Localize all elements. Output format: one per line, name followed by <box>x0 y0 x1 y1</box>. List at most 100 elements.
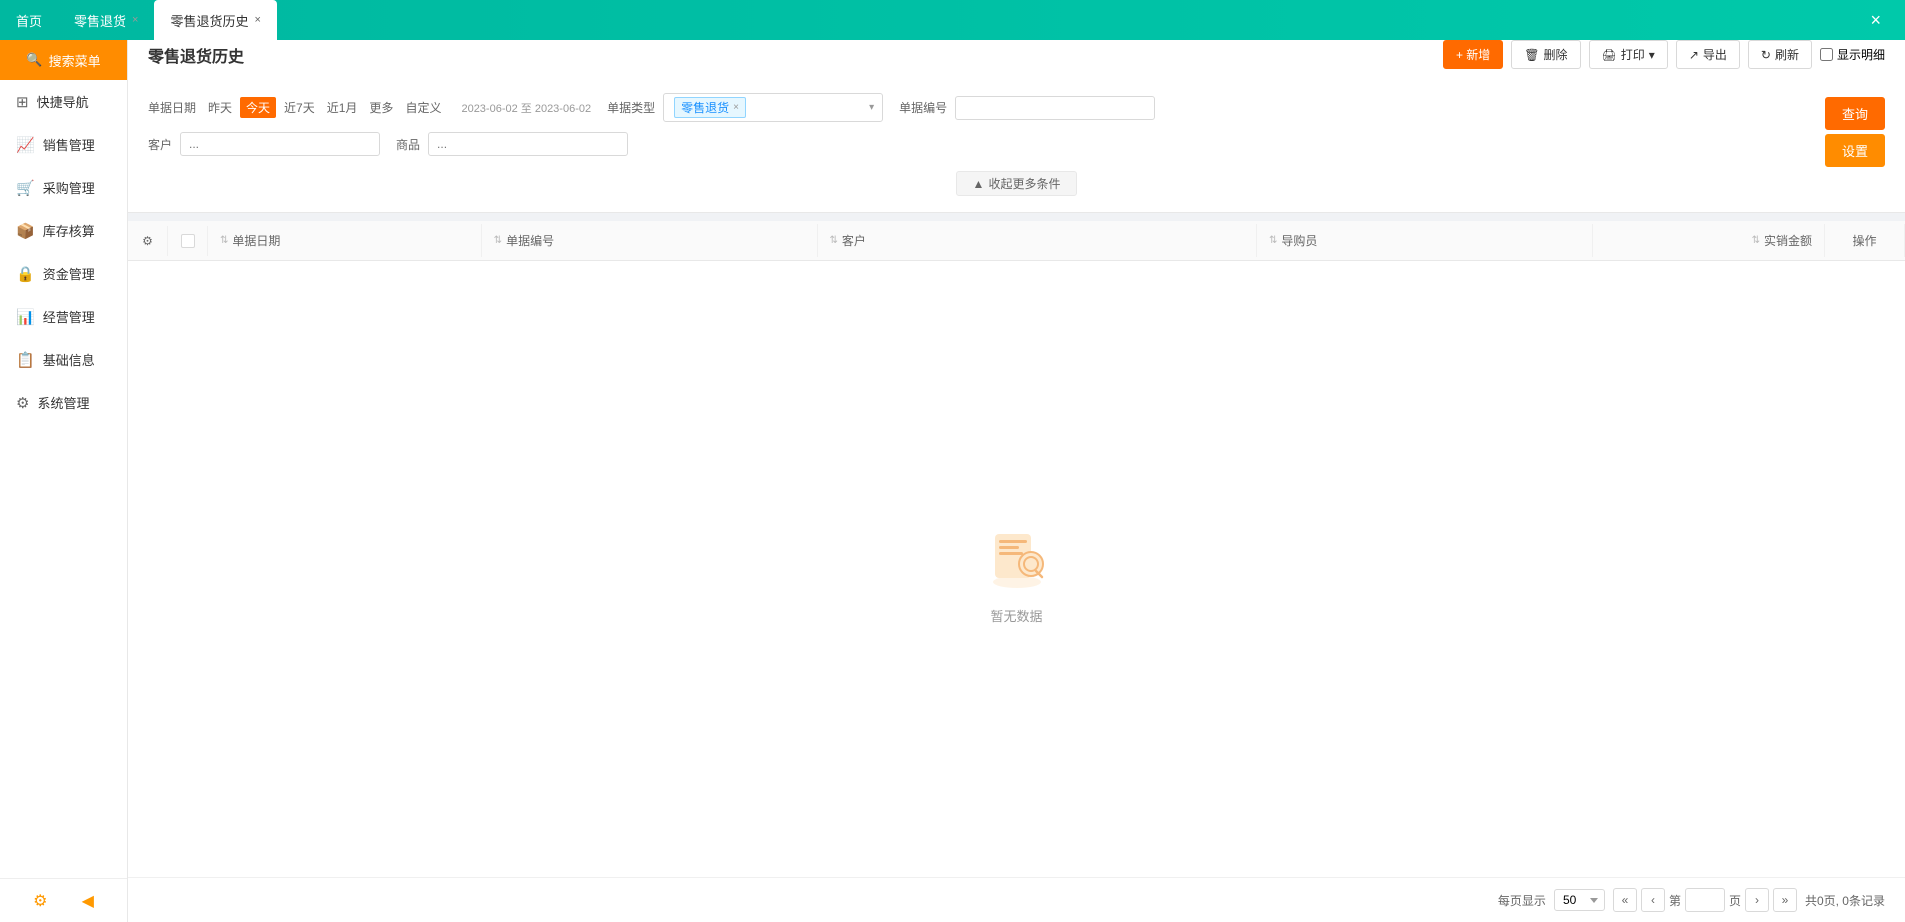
sn-filter-label: 单据编号 <box>899 99 947 116</box>
main-layout: 🔍 搜索菜单 ⊞ 快捷导航 📈 销售管理 🛒 采购管理 📦 库存核算 🔒 <box>0 40 1905 922</box>
window-close-icon[interactable]: × <box>1862 10 1889 31</box>
system-mgmt-icon: ⚙ <box>16 394 29 412</box>
tab-retail-return-label: 零售退货 <box>74 11 126 30</box>
sidebar-item-sales-mgmt[interactable]: 📈 销售管理 <box>0 123 127 166</box>
page-actions: + 新增 🗑 删除 🖨 打印 ▾ ↗ 导出 ↻ <box>1443 40 1885 69</box>
tab-retail-return-history-close[interactable]: × <box>254 14 260 26</box>
top-bar: 首页 零售退货 × 零售退货历史 × × <box>0 0 1905 40</box>
filter-area: 单据日期 昨天 今天 近7天 近1月 更多 自定义 <box>148 81 1885 212</box>
filter-fields: 单据日期 昨天 今天 近7天 近1月 更多 自定义 <box>148 93 1817 166</box>
sidebar-item-finance[interactable]: 🔒 资金管理 <box>0 252 127 295</box>
tab-retail-return[interactable]: 零售退货 × <box>58 0 154 40</box>
page-input[interactable]: 1 <box>1685 888 1725 912</box>
prev-page-button[interactable]: ‹ <box>1641 888 1665 912</box>
last-page-button[interactable]: » <box>1773 888 1797 912</box>
delete-button[interactable]: 🗑 删除 <box>1511 40 1580 69</box>
refresh-button[interactable]: ↻ 刷新 <box>1748 40 1812 69</box>
type-tag-close[interactable]: × <box>733 102 739 113</box>
th-guide: ⇅ 导购员 <box>1257 224 1593 257</box>
th-sn-sort-icon[interactable]: ⇅ <box>494 235 502 246</box>
collapse-sidebar-icon[interactable]: ◀ <box>82 891 94 911</box>
sidebar-item-inventory[interactable]: 📦 库存核算 <box>0 209 127 252</box>
tab-retail-return-history-label: 零售退货历史 <box>170 11 248 30</box>
per-page-select[interactable]: 10 20 50 100 <box>1554 889 1605 911</box>
th-amount: ⇅ 实销金额 <box>1593 224 1825 257</box>
show-detail-checkbox[interactable] <box>1820 48 1833 61</box>
filter-section: 零售退货历史 + 新增 🗑 删除 🖨 打印 ▾ ↗ 导出 <box>128 40 1905 213</box>
date-shortcut-7days[interactable]: 近7天 <box>280 97 319 118</box>
goods-input[interactable] <box>428 132 628 156</box>
page-title-row: 零售退货历史 + 新增 🗑 删除 🖨 打印 ▾ ↗ 导出 <box>148 40 1885 69</box>
sidebar: 🔍 搜索菜单 ⊞ 快捷导航 📈 销售管理 🛒 采购管理 📦 库存核算 🔒 <box>0 40 128 922</box>
export-button[interactable]: ↗ 导出 <box>1676 40 1740 69</box>
table-wrapper: ⚙ ⇅ 单据日期 ⇅ 单据编号 ⇅ 客户 ⇅ <box>128 221 1905 922</box>
date-filter-label: 单据日期 <box>148 99 196 116</box>
setting-button[interactable]: 设置 <box>1825 134 1885 167</box>
date-shortcut-1month[interactable]: 近1月 <box>323 97 362 118</box>
sidebar-nav: ⊞ 快捷导航 📈 销售管理 🛒 采购管理 📦 库存核算 🔒 资金管理 📊 <box>0 80 127 878</box>
sidebar-item-label-system-mgmt: 系统管理 <box>37 393 89 412</box>
inventory-icon: 📦 <box>16 222 35 240</box>
customer-input[interactable] <box>180 132 380 156</box>
th-guide-sort-icon[interactable]: ⇅ <box>1269 235 1277 246</box>
customer-filter-item: 客户 <box>148 132 380 156</box>
date-shortcut-custom[interactable]: 自定义 <box>401 97 445 118</box>
th-customer: ⇅ 客户 <box>818 224 1257 257</box>
collapse-button[interactable]: ▲ 收起更多条件 <box>956 171 1078 196</box>
sidebar-item-operation[interactable]: 📊 经营管理 <box>0 295 127 338</box>
print-button[interactable]: 🖨 打印 ▾ <box>1589 40 1668 69</box>
type-filter-label: 单据类型 <box>607 99 655 116</box>
th-customer-sort-icon[interactable]: ⇅ <box>830 235 838 246</box>
next-page-button[interactable]: › <box>1745 888 1769 912</box>
quick-nav-icon: ⊞ <box>16 93 29 111</box>
first-page-button[interactable]: « <box>1613 888 1637 912</box>
refresh-icon: ↻ <box>1761 48 1771 62</box>
collapse-arrow-icon: ▲ <box>973 177 985 191</box>
sidebar-item-purchase-mgmt[interactable]: 🛒 采购管理 <box>0 166 127 209</box>
tab-retail-return-close[interactable]: × <box>132 14 138 26</box>
total-label: 共0页, 0条记录 <box>1805 892 1885 909</box>
th-settings[interactable]: ⚙ <box>128 226 168 256</box>
collapse-label: 收起更多条件 <box>988 175 1060 192</box>
page-label-pre: 第 <box>1669 892 1681 909</box>
sidebar-item-quick-nav[interactable]: ⊞ 快捷导航 <box>0 80 127 123</box>
sidebar-item-base-info[interactable]: 📋 基础信息 <box>0 338 127 381</box>
type-tag-inner: 零售退货 × <box>674 97 863 118</box>
show-detail-checkbox-label[interactable]: 显示明细 <box>1820 46 1885 63</box>
sidebar-item-label-sales-mgmt: 销售管理 <box>43 135 95 154</box>
table-header: ⚙ ⇅ 单据日期 ⇅ 单据编号 ⇅ 客户 ⇅ <box>128 221 1905 261</box>
sidebar-item-label-operation: 经营管理 <box>43 307 95 326</box>
date-shortcut-more[interactable]: 更多 <box>365 97 397 118</box>
sn-filter-item: 单据编号 <box>899 96 1155 120</box>
page-title: 零售退货历史 <box>148 43 244 67</box>
table-settings-icon[interactable]: ⚙ <box>142 234 153 248</box>
th-check <box>168 226 208 256</box>
date-shortcut-today[interactable]: 今天 <box>240 97 276 118</box>
content-area: 零售退货历史 + 新增 🗑 删除 🖨 打印 ▾ ↗ 导出 <box>128 40 1905 922</box>
settings-bottom-icon[interactable]: ⚙ <box>33 891 47 911</box>
filter-and-btns: 单据日期 昨天 今天 近7天 近1月 更多 自定义 <box>148 93 1885 167</box>
operation-icon: 📊 <box>16 308 35 326</box>
th-date-sort-icon[interactable]: ⇅ <box>220 235 228 246</box>
select-all-checkbox[interactable] <box>181 234 195 248</box>
sidebar-item-system-mgmt[interactable]: ⚙ 系统管理 <box>0 381 127 424</box>
date-shortcut-yesterday[interactable]: 昨天 <box>204 97 236 118</box>
type-tag-select[interactable]: 零售退货 × ▾ <box>663 93 883 122</box>
sn-input[interactable] <box>955 96 1155 120</box>
sidebar-search[interactable]: 🔍 搜索菜单 <box>0 40 127 80</box>
tab-retail-return-history[interactable]: 零售退货历史 × <box>154 0 276 40</box>
top-bar-tabs: 首页 零售退货 × 零售退货历史 × <box>0 0 1862 40</box>
sidebar-item-label-finance: 资金管理 <box>43 264 95 283</box>
query-buttons: 查询 设置 <box>1825 93 1885 167</box>
goods-filter-label: 商品 <box>396 136 420 153</box>
type-tag-value: 零售退货 × <box>674 97 746 118</box>
per-page-label: 每页显示 <box>1498 892 1546 909</box>
th-ops: 操作 <box>1825 224 1905 257</box>
tab-home[interactable]: 首页 <box>0 0 58 40</box>
query-button[interactable]: 查询 <box>1825 97 1885 130</box>
top-bar-right: × <box>1862 10 1905 31</box>
th-amount-sort-icon[interactable]: ⇅ <box>1752 235 1760 246</box>
finance-icon: 🔒 <box>16 265 35 283</box>
new-button[interactable]: + 新增 <box>1443 40 1503 69</box>
sidebar-search-label: 搜索菜单 <box>49 51 101 70</box>
